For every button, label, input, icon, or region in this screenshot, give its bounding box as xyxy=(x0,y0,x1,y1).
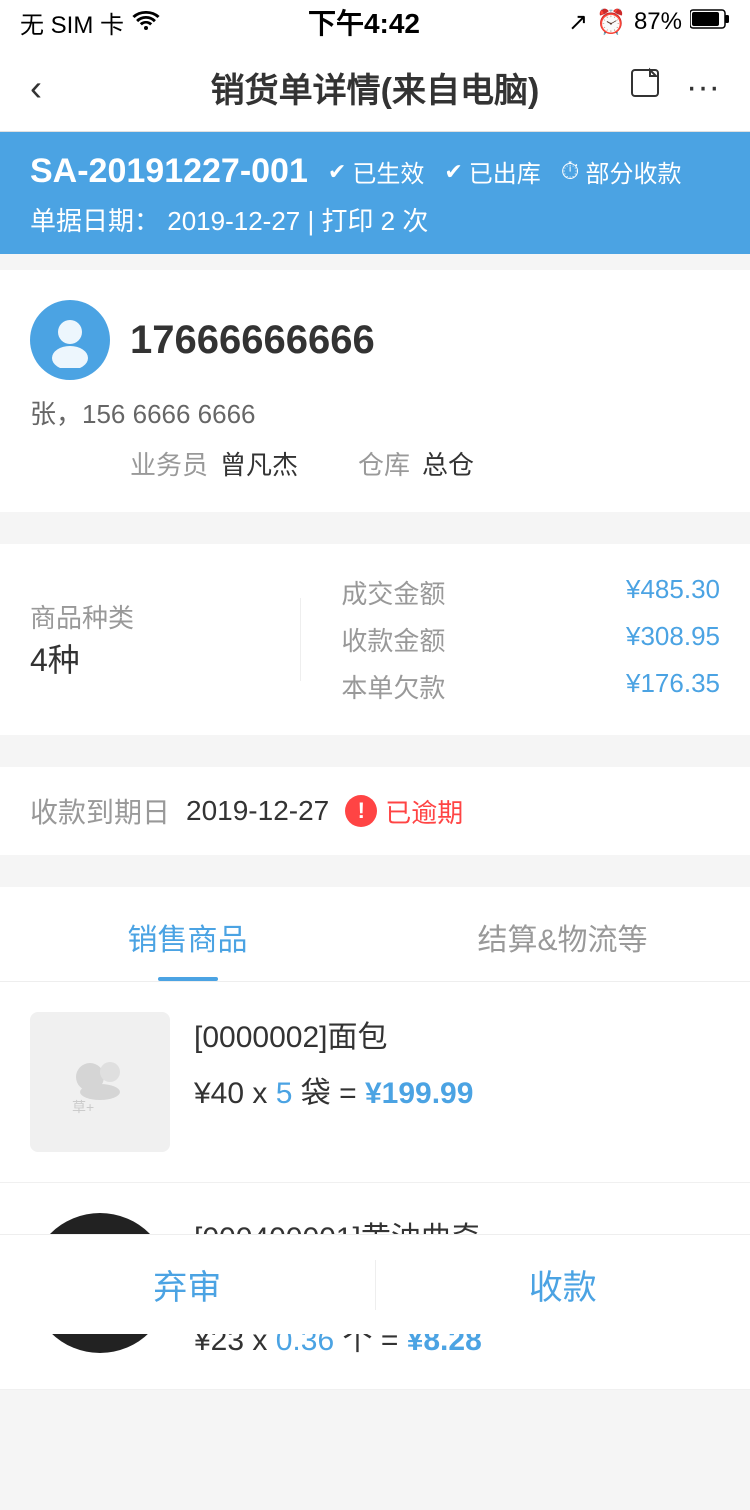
nav-bar: ‹ 销货单详情(来自电脑) ··· xyxy=(0,44,750,132)
status-effected: ✔ 已生效 xyxy=(328,154,424,189)
product-item-1: 草+ [0000002]面包 ¥40 x 5 袋 = ¥199.99 xyxy=(0,982,750,1183)
location-icon: ↗ xyxy=(568,8,588,37)
sep-3 xyxy=(0,855,750,871)
customer-id: 17666666666 xyxy=(130,318,375,363)
product-qty-1: 5 xyxy=(276,1077,293,1110)
warehouse-info: 仓库 总仓 xyxy=(358,445,474,482)
sep-1 xyxy=(0,512,750,528)
product-thumb-1: 草+ xyxy=(30,1012,170,1152)
sep-2 xyxy=(0,735,750,751)
product-total-1: ¥199.99 xyxy=(365,1077,473,1110)
summary-amounts: 成交金额 ¥485.30 收款金额 ¥308.95 本单欠款 ¥176.35 xyxy=(301,574,720,705)
more-icon[interactable]: ··· xyxy=(686,68,720,107)
owed-label: 本单欠款 xyxy=(341,668,445,705)
overdue-text: 已逾期 xyxy=(385,793,463,830)
owed-amount: ¥176.35 xyxy=(626,668,720,705)
warehouse-value: 总仓 xyxy=(422,445,474,482)
status-right: ↗ ⏰ 87% xyxy=(568,8,730,37)
due-date-value: 2019-12-27 xyxy=(186,795,329,827)
due-date-card: 收款到期日 2019-12-27 ! 已逾期 xyxy=(0,767,750,855)
check-icon-2: ✔ xyxy=(444,159,462,185)
status-bar: 无 SIM 卡 下午4:42 ↗ ⏰ 87% xyxy=(0,0,750,44)
customer-top: 17666666666 xyxy=(30,300,720,380)
header-banner: SA-20191227-001 ✔ 已生效 ✔ 已出库 ⏱ 部分收款 单据日期：… xyxy=(0,132,750,254)
salesman-label: 业务员 xyxy=(130,445,208,482)
deal-label: 成交金额 xyxy=(341,574,445,611)
salesman-value: 曾凡杰 xyxy=(220,445,298,482)
kinds-value: 4种 xyxy=(30,635,300,681)
kinds-label: 商品种类 xyxy=(30,598,300,635)
owed-amount-row: 本单欠款 ¥176.35 xyxy=(341,668,720,705)
share-icon[interactable] xyxy=(628,66,662,109)
kinds-number: 4种 xyxy=(30,642,80,678)
status-left: 无 SIM 卡 xyxy=(20,5,160,40)
header-date: 单据日期： 2019-12-27 | 打印 2 次 xyxy=(30,201,720,238)
status-partial: ⏱ 部分收款 xyxy=(561,154,682,189)
check-icon-1: ✔ xyxy=(328,159,346,185)
order-id: SA-20191227-001 xyxy=(30,152,308,191)
summary-card: 商品种类 4种 成交金额 ¥485.30 收款金额 ¥308.95 本单欠款 ¥… xyxy=(0,544,750,735)
due-label: 收款到期日 xyxy=(30,791,170,831)
deal-amount-row: 成交金额 ¥485.30 xyxy=(341,574,720,611)
product-price-1: ¥40 x 5 袋 = ¥199.99 xyxy=(194,1068,720,1112)
collect-button[interactable]: 收款 xyxy=(376,1235,750,1334)
overdue-badge: ! 已逾期 xyxy=(345,793,463,830)
status-shipped: ✔ 已出库 xyxy=(444,154,540,189)
bottom-spacer xyxy=(0,1390,750,1510)
sim-signal: 无 SIM 卡 xyxy=(20,5,124,40)
bottom-bar: 弃审 收款 xyxy=(0,1234,750,1334)
customer-card: 17666666666 张，156 6666 6666 业务员 曾凡杰 仓库 总… xyxy=(0,270,750,512)
avatar xyxy=(30,300,110,380)
summary-kinds-section: 商品种类 4种 xyxy=(30,598,301,681)
product-info-1: [0000002]面包 ¥40 x 5 袋 = ¥199.99 xyxy=(194,1012,720,1112)
nav-right-actions: ··· xyxy=(628,66,720,109)
wifi-icon xyxy=(132,8,160,37)
salesman-info: 业务员 曾凡杰 xyxy=(130,445,298,482)
product-name-1: [0000002]面包 xyxy=(194,1012,720,1056)
overdue-icon: ! xyxy=(345,795,377,827)
deal-amount: ¥485.30 xyxy=(626,574,720,611)
product-tabs: 销售商品 结算&物流等 xyxy=(0,887,750,982)
battery-icon xyxy=(690,8,730,37)
status-time: 下午4:42 xyxy=(308,2,420,42)
alarm-icon: ⏰ xyxy=(596,8,626,37)
clock-icon: ⏱ xyxy=(561,158,580,186)
tab-settlement-logistics[interactable]: 结算&物流等 xyxy=(375,887,750,981)
customer-meta: 业务员 曾凡杰 仓库 总仓 xyxy=(30,445,720,482)
svg-text:草+: 草+ xyxy=(72,1099,94,1115)
page-title: 销货单详情(来自电脑) xyxy=(211,63,540,112)
abandon-button[interactable]: 弃审 xyxy=(0,1235,375,1334)
back-button[interactable]: ‹ xyxy=(30,67,42,109)
warehouse-label: 仓库 xyxy=(358,445,410,482)
collected-label: 收款金额 xyxy=(341,621,445,658)
customer-sub-info: 张，156 6666 6666 xyxy=(30,394,720,431)
battery-text: 87% xyxy=(634,8,682,36)
collected-amount-row: 收款金额 ¥308.95 xyxy=(341,621,720,658)
collected-amount: ¥308.95 xyxy=(626,621,720,658)
tab-sales-products[interactable]: 销售商品 xyxy=(0,887,375,981)
